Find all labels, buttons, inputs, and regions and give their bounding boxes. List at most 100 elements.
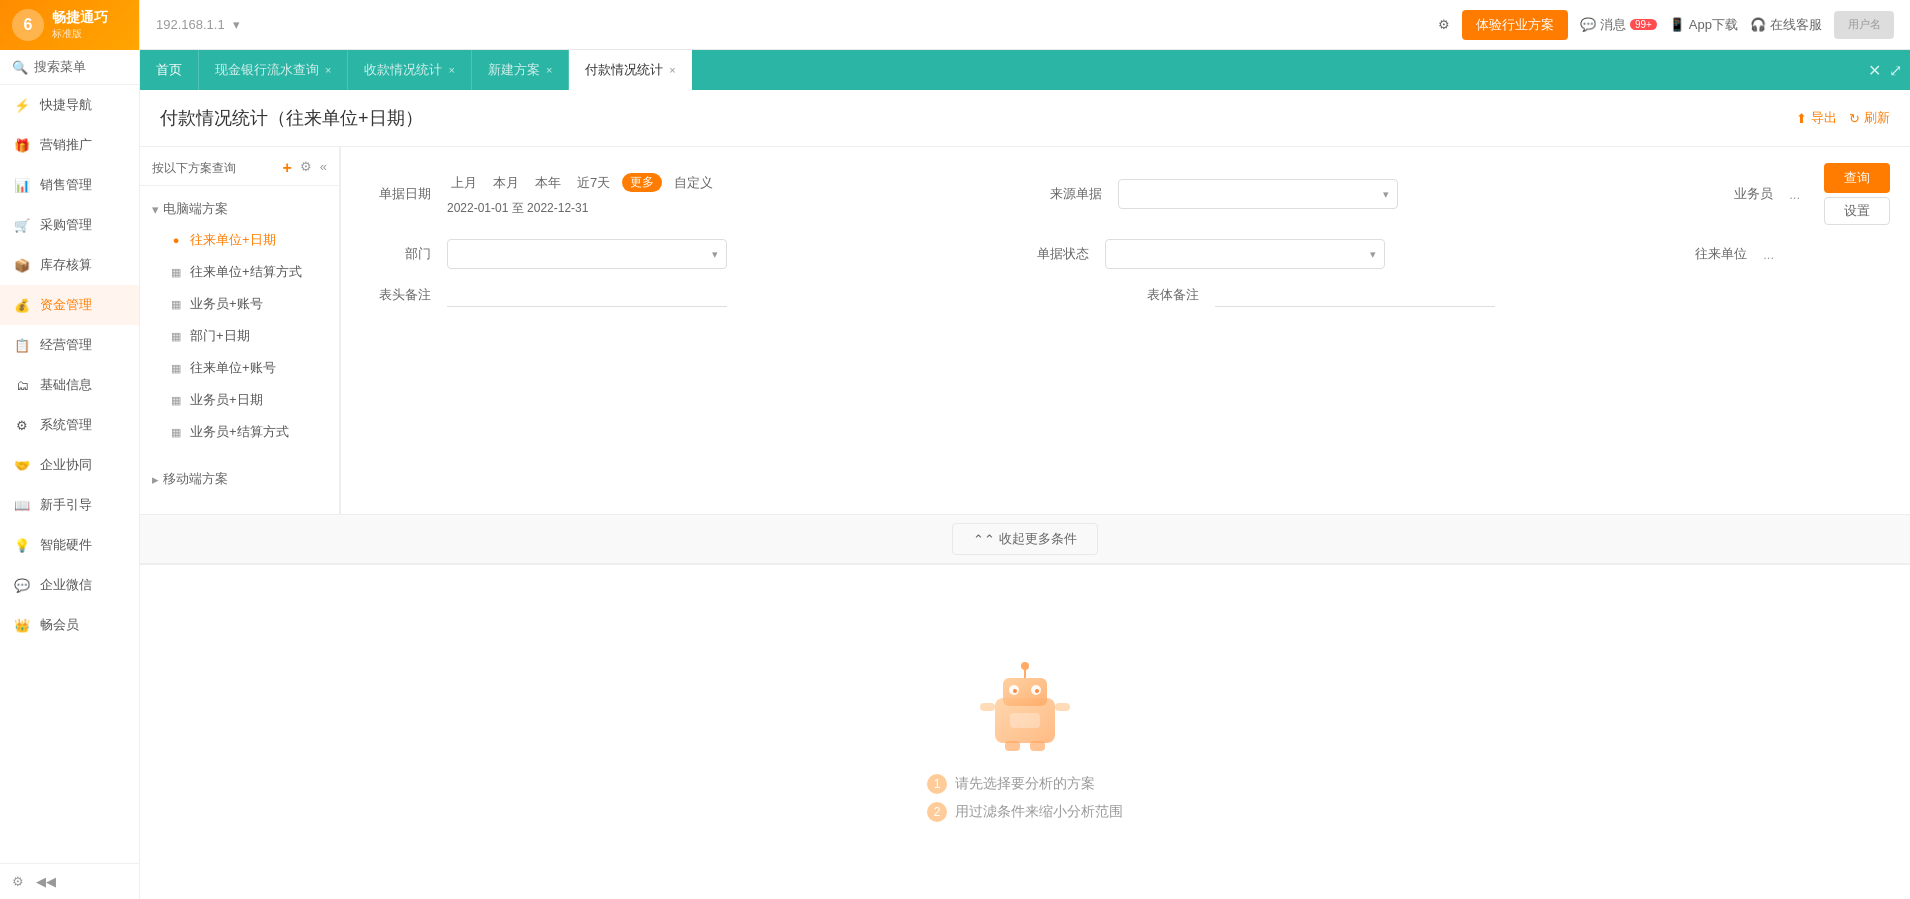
svg-rect-11 bbox=[1030, 741, 1045, 751]
scheme-section-desktop: ▾ 电脑端方案 ● 往来单位+日期 ▦ 往来单位+结算方式 ▦ bbox=[140, 186, 339, 456]
tab-newscheme-close[interactable]: × bbox=[546, 64, 552, 76]
scheme-item-2[interactable]: ▦ 业务员+账号 bbox=[140, 288, 339, 320]
query-button[interactable]: 查询 bbox=[1824, 163, 1890, 193]
scheme-item-icon-2: ▦ bbox=[168, 296, 184, 312]
scheme-section-desktop-title[interactable]: ▾ 电脑端方案 bbox=[140, 194, 339, 224]
tab-payment-close[interactable]: × bbox=[669, 64, 675, 76]
scheme-item-0[interactable]: ● 往来单位+日期 bbox=[140, 224, 339, 256]
scheme-item-1[interactable]: ▦ 往来单位+结算方式 bbox=[140, 256, 339, 288]
app-download-label: App下载 bbox=[1689, 16, 1738, 34]
dept-select[interactable]: ▾ bbox=[447, 239, 727, 269]
empty-hint-1: 1 请先选择要分析的方案 bbox=[927, 774, 1123, 794]
empty-num-1: 1 bbox=[927, 774, 947, 794]
export-btn[interactable]: ⬆ 导出 bbox=[1796, 109, 1837, 127]
scheme-mobile-label: 移动端方案 bbox=[163, 470, 228, 488]
agent-label: 业务员 bbox=[1723, 185, 1773, 203]
scheme-item-6[interactable]: ▦ 业务员+结算方式 bbox=[140, 416, 339, 448]
partner-dots: ... bbox=[1763, 247, 1774, 262]
svg-rect-10 bbox=[1005, 741, 1020, 751]
scheme-item-label-4: 往来单位+账号 bbox=[190, 359, 276, 377]
sidebar-item-label: 采购管理 bbox=[40, 216, 92, 234]
collapse-more-btn[interactable]: ⌃⌃ 收起更多条件 bbox=[952, 523, 1098, 555]
docstatus-select-arrow: ▾ bbox=[1370, 248, 1376, 261]
scheme-add-icon[interactable]: + bbox=[282, 159, 291, 177]
tab-close-all-icon[interactable]: ✕ bbox=[1868, 61, 1881, 80]
svg-point-5 bbox=[1035, 689, 1039, 693]
refresh-label: 刷新 bbox=[1864, 109, 1890, 127]
message-btn[interactable]: 💬 消息 99+ bbox=[1580, 16, 1657, 34]
export-icon: ⬆ bbox=[1796, 111, 1807, 126]
scheme-sidebar: 按以下方案查询 + ⚙ « ▾ 电脑端方案 bbox=[140, 147, 340, 514]
tab-home[interactable]: 首页 bbox=[140, 50, 199, 90]
sidebar-item-basic[interactable]: 🗂 基础信息 bbox=[0, 365, 139, 405]
sidebar-search[interactable]: 🔍 搜索菜单 bbox=[0, 50, 139, 85]
sidebar-footer: ⚙ ◀◀ bbox=[0, 863, 139, 899]
tab-payment[interactable]: 付款情况统计 × bbox=[569, 50, 691, 90]
online-service-btn[interactable]: 🎧 在线客服 bbox=[1750, 16, 1822, 34]
scheme-section-mobile-title[interactable]: ▸ 移动端方案 bbox=[140, 464, 339, 494]
sidebar-item-purchase[interactable]: 🛒 采购管理 bbox=[0, 205, 139, 245]
sidebar-item-marketing[interactable]: 🎁 营销推广 bbox=[0, 125, 139, 165]
user-avatar[interactable]: 用户名 bbox=[1834, 11, 1894, 39]
docstatus-label: 单据状态 bbox=[1029, 245, 1089, 263]
sidebar-item-finance[interactable]: 💰 资金管理 bbox=[0, 285, 139, 325]
date-opt-custom[interactable]: 自定义 bbox=[670, 172, 717, 194]
sidebar-item-guide[interactable]: 📖 新手引导 bbox=[0, 485, 139, 525]
topbar-gear-icon[interactable]: ⚙ bbox=[1438, 17, 1450, 32]
source-select[interactable]: ▾ bbox=[1118, 179, 1398, 209]
collapse-sidebar-icon[interactable]: ◀◀ bbox=[36, 874, 56, 889]
refresh-btn[interactable]: ↻ 刷新 bbox=[1849, 109, 1890, 127]
sidebar-item-sales[interactable]: 📊 销售管理 bbox=[0, 165, 139, 205]
date-opt-thisyear[interactable]: 本年 bbox=[531, 172, 565, 194]
docstatus-select[interactable]: ▾ bbox=[1105, 239, 1385, 269]
date-opt-7days[interactable]: 近7天 bbox=[573, 172, 614, 194]
system-icon: ⚙ bbox=[12, 415, 32, 435]
scheme-item-icon-5: ▦ bbox=[168, 392, 184, 408]
scheme-item-5[interactable]: ▦ 业务员+日期 bbox=[140, 384, 339, 416]
scheme-item-label-5: 业务员+日期 bbox=[190, 391, 263, 409]
tab-newscheme[interactable]: 新建方案 × bbox=[472, 50, 569, 90]
app-download-btn[interactable]: 📱 App下载 bbox=[1669, 16, 1738, 34]
sidebar-item-label: 畅会员 bbox=[40, 616, 79, 634]
scheme-header: 按以下方案查询 + ⚙ « bbox=[140, 159, 339, 186]
tab-receipt[interactable]: 收款情况统计 × bbox=[348, 50, 471, 90]
tab-cashflow[interactable]: 现金银行流水查询 × bbox=[199, 50, 348, 90]
settings-button[interactable]: 设置 bbox=[1824, 197, 1890, 225]
body-note-input[interactable] bbox=[1215, 283, 1495, 307]
hardware-icon: 💡 bbox=[12, 535, 32, 555]
collapse-chevron-icon: ⌃⌃ bbox=[973, 532, 995, 547]
sidebar-item-quicknav[interactable]: ⚡ 快捷导航 bbox=[0, 85, 139, 125]
settings-footer-icon[interactable]: ⚙ bbox=[12, 874, 24, 889]
tab-cashflow-close[interactable]: × bbox=[325, 64, 331, 76]
scheme-settings-icon[interactable]: ⚙ bbox=[300, 159, 312, 177]
date-opt-more[interactable]: 更多 bbox=[622, 173, 662, 192]
sidebar-item-collab[interactable]: 🤝 企业协同 bbox=[0, 445, 139, 485]
scheme-item-label-6: 业务员+结算方式 bbox=[190, 423, 289, 441]
sidebar-item-system[interactable]: ⚙ 系统管理 bbox=[0, 405, 139, 445]
sidebar-item-inventory[interactable]: 📦 库存核算 bbox=[0, 245, 139, 285]
date-opt-lastmonth[interactable]: 上月 bbox=[447, 172, 481, 194]
addr-dropdown-icon[interactable]: ▾ bbox=[233, 17, 240, 32]
date-opt-thismonth[interactable]: 本月 bbox=[489, 172, 523, 194]
main-area: 192.168.1.1 ▾ ⚙ 体验行业方案 💬 消息 99+ 📱 App下载 … bbox=[140, 0, 1910, 899]
tab-expand-icon[interactable]: ⤢ bbox=[1889, 61, 1902, 80]
scheme-item-3[interactable]: ▦ 部门+日期 bbox=[140, 320, 339, 352]
trial-btn[interactable]: 体验行业方案 bbox=[1462, 10, 1568, 40]
tab-receipt-close[interactable]: × bbox=[448, 64, 454, 76]
sales-icon: 📊 bbox=[12, 175, 32, 195]
sidebar-item-label: 系统管理 bbox=[40, 416, 92, 434]
search-label: 搜索菜单 bbox=[34, 58, 86, 76]
header-note-label: 表头备注 bbox=[361, 286, 431, 304]
sidebar-item-wechat[interactable]: 💬 企业微信 bbox=[0, 565, 139, 605]
finance-icon: 💰 bbox=[12, 295, 32, 315]
scheme-collapse-icon[interactable]: « bbox=[320, 159, 327, 177]
scheme-item-4[interactable]: ▦ 往来单位+账号 bbox=[140, 352, 339, 384]
sidebar-item-member[interactable]: 👑 畅会员 bbox=[0, 605, 139, 645]
app-name: 畅捷通巧 bbox=[52, 9, 108, 27]
sidebar-item-operation[interactable]: 📋 经营管理 bbox=[0, 325, 139, 365]
header-note-input[interactable] bbox=[447, 283, 727, 307]
topbar: 192.168.1.1 ▾ ⚙ 体验行业方案 💬 消息 99+ 📱 App下载 … bbox=[140, 0, 1910, 50]
content-area: 付款情况统计（往来单位+日期） ⬆ 导出 ↻ 刷新 按以下方案查询 bbox=[140, 90, 1910, 899]
tab-receipt-label: 收款情况统计 bbox=[364, 61, 442, 79]
sidebar-item-hardware[interactable]: 💡 智能硬件 bbox=[0, 525, 139, 565]
